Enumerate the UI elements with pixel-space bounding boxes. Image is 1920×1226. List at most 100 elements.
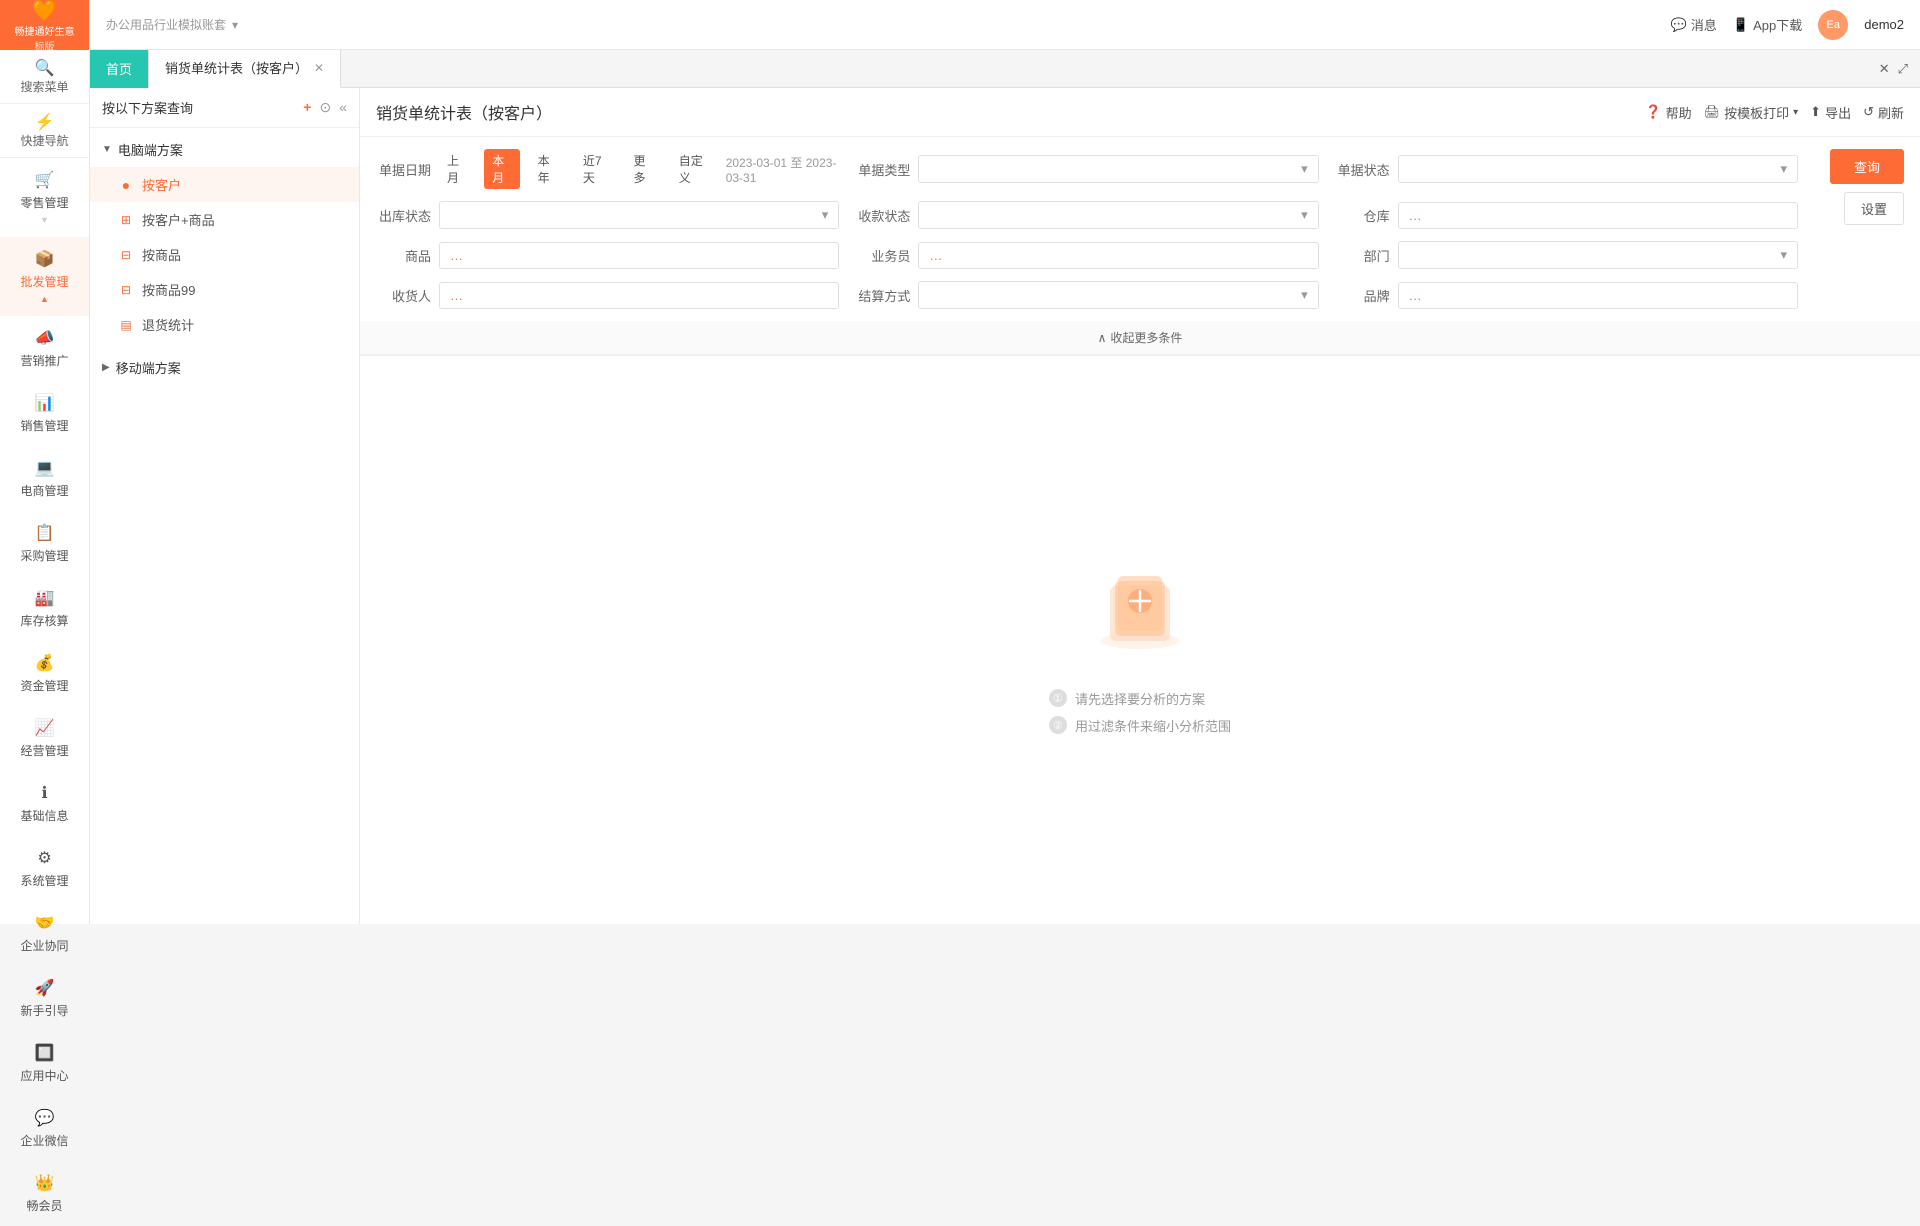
scheme-group-pc: ▼ 电脑端方案 ● 按客户 ⊞ 按客户+商品 ⊟ 按商品 ⊟ 按商品99 [90,128,359,346]
sidebar-item-marketing[interactable]: 📣 营销推广 [0,316,89,381]
page-title-bar: 销货单统计表（按客户） ❓ 帮助 🖨 按模板打印 ▾ ⬆ 导出 [360,88,1920,137]
print-action[interactable]: 🖨 按模板打印 ▾ [1704,103,1799,122]
scheme-item-by-goods[interactable]: ⊟ 按商品 [90,237,359,272]
sidebar-finance-label: 资金管理 [20,677,68,694]
scheme-item-by-customer[interactable]: ● 按客户 [90,167,359,202]
sidebar-item-basic[interactable]: ℹ 基础信息 [0,771,89,836]
tab-home[interactable]: 首页 [90,50,149,88]
voucher-type-chevron-icon: ▾ [1301,161,1308,177]
voucher-status-select[interactable]: ▾ [1398,155,1798,183]
user-name[interactable]: demo2 [1864,17,1904,32]
sidebar-item-system[interactable]: ⚙ 系统管理 [0,836,89,901]
sidebar-item-finance[interactable]: 💰 资金管理 [0,641,89,706]
message-action[interactable]: 💬 消息 [1671,15,1717,34]
settings-button[interactable]: 设置 [1844,192,1904,225]
date-btn-custom[interactable]: 自定义 [671,149,716,189]
sidebar-item-retail[interactable]: 🛒 零售管理 ▼ [0,158,89,237]
scheme-item-by-goods99[interactable]: ⊟ 按商品99 [90,272,359,307]
mobile-group-arrow-icon: ▶ [102,362,110,373]
sidebar-item-ecommerce[interactable]: 💻 电商管理 [0,446,89,511]
brand-label: 品牌 [1335,286,1390,305]
sidebar-item-wechat[interactable]: 💬 企业微信 [0,1096,89,1161]
sidebar-item-appcenter[interactable]: 🔲 应用中心 [0,1031,89,1096]
user-initials: Ea [1827,19,1840,31]
scheme-group-pc-title[interactable]: ▼ 电脑端方案 [90,132,359,167]
out-status-select[interactable]: ▾ [439,201,839,229]
sidebar-item-wholesale[interactable]: 📦 批发管理 ▲ [0,237,89,316]
scheme-item-by-customer-goods[interactable]: ⊞ 按客户+商品 [90,202,359,237]
scheme-add-icon[interactable]: + [303,99,311,116]
sidebar-item-guide[interactable]: 🚀 新手引导 [0,966,89,1031]
close-window-icon[interactable]: ✕ [1879,61,1890,77]
sidebar-management-label: 经营管理 [20,742,68,759]
voucher-status-field: 单据状态 ▾ [1335,155,1798,183]
collab-icon: 🤝 [35,913,55,933]
payment-label: 结算方式 [855,286,910,305]
management-icon: 📈 [35,718,55,738]
appcenter-icon: 🔲 [35,1043,55,1063]
collapse-bar[interactable]: ∧ 收起更多条件 [360,321,1920,355]
empty-state: ① 请先选择要分析的方案 ② 用过滤条件来缩小分析范围 [360,356,1920,924]
action-buttons: 查询 设置 [1814,137,1920,321]
staff-input[interactable]: … [918,242,1318,269]
scheme-collapse-icon[interactable]: « [339,99,347,116]
brand-input[interactable]: … [1398,282,1798,309]
wholesale-icon: 📦 [35,249,55,269]
help-action[interactable]: ❓ 帮助 [1645,103,1691,122]
company-dropdown-icon: ▾ [232,18,238,32]
scheme-group-mobile-title[interactable]: ▶ 移动端方案 [90,350,359,385]
step2-text: 用过滤条件来缩小分析范围 [1075,716,1231,735]
maximize-icon[interactable]: ⤢ [1898,61,1908,77]
recipient-input[interactable]: … [439,282,839,309]
sidebar-marketing-label: 营销推广 [20,352,68,369]
recipient-field: 收货人 … [376,282,839,309]
voucher-status-label: 单据状态 [1335,160,1390,179]
app-icon: 📱 [1733,17,1749,33]
sidebar-item-purchase[interactable]: 📋 采购管理 [0,511,89,576]
date-btn-last-month[interactable]: 上月 [439,149,474,189]
goods-input[interactable]: … [439,242,839,269]
sidebar-item-inventory[interactable]: 🏭 库存核算 [0,576,89,641]
date-btn-this-year[interactable]: 本年 [530,149,565,189]
date-btn-more[interactable]: 更多 [625,149,660,189]
date-btn-last-7days[interactable]: 近7天 [575,149,616,189]
collapse-up-icon: ∧ [1098,331,1107,345]
date-btn-this-month[interactable]: 本月 [484,149,519,189]
sidebar-item-collab[interactable]: 🤝 企业协同 [0,901,89,966]
sidebar-search[interactable]: 🔍 搜索菜单 [0,50,89,104]
scheme-settings-icon[interactable]: ⊙ [319,99,331,116]
refresh-icon: ↺ [1863,104,1874,120]
refresh-action[interactable]: ↺ 刷新 [1863,103,1904,122]
sidebar-item-sales[interactable]: 📊 销售管理 [0,381,89,446]
by-goods-label: 按商品 [142,245,181,264]
sidebar-quick-nav[interactable]: ⚡ 快捷导航 [0,104,89,158]
scheme-item-return-stats[interactable]: ▤ 退货统计 [90,307,359,342]
payment-select[interactable]: ▾ [918,281,1318,309]
retail-icon: 🛒 [35,170,55,190]
warehouse-input[interactable]: … [1398,202,1798,229]
out-status-chevron-icon: ▾ [822,207,829,223]
sidebar-ecommerce-label: 电商管理 [20,482,68,499]
voucher-type-select[interactable]: ▾ [918,155,1318,183]
message-label: 消息 [1691,15,1717,34]
sidebar-item-management[interactable]: 📈 经营管理 [0,706,89,771]
export-action[interactable]: ⬆ 导出 [1810,103,1851,122]
payment-chevron-icon: ▾ [1301,287,1308,303]
app-download-action[interactable]: 📱 App下载 [1733,15,1802,34]
voucher-type-field: 单据类型 ▾ [855,155,1318,183]
department-select[interactable]: ▾ [1398,241,1798,269]
date-label: 单据日期 [376,160,431,179]
tab-close-icon[interactable]: ✕ [314,61,324,75]
company-selector[interactable]: 办公用品行业模拟账套 ▾ [106,16,1655,33]
query-button[interactable]: 查询 [1830,149,1904,184]
tab-sales-stats[interactable]: 销货单统计表（按客户） ✕ [149,50,341,88]
help-label: 帮助 [1666,103,1692,122]
sidebar-item-member[interactable]: 👑 畅会员 [0,1161,89,1226]
return-stats-icon: ▤ [118,318,134,332]
by-customer-goods-label: 按客户+商品 [142,210,215,229]
brand-field: 品牌 … [1335,282,1798,309]
user-avatar[interactable]: Ea [1818,10,1848,40]
goods-field: 商品 … [376,242,839,269]
pay-status-select[interactable]: ▾ [918,201,1318,229]
export-icon: ⬆ [1810,104,1821,120]
